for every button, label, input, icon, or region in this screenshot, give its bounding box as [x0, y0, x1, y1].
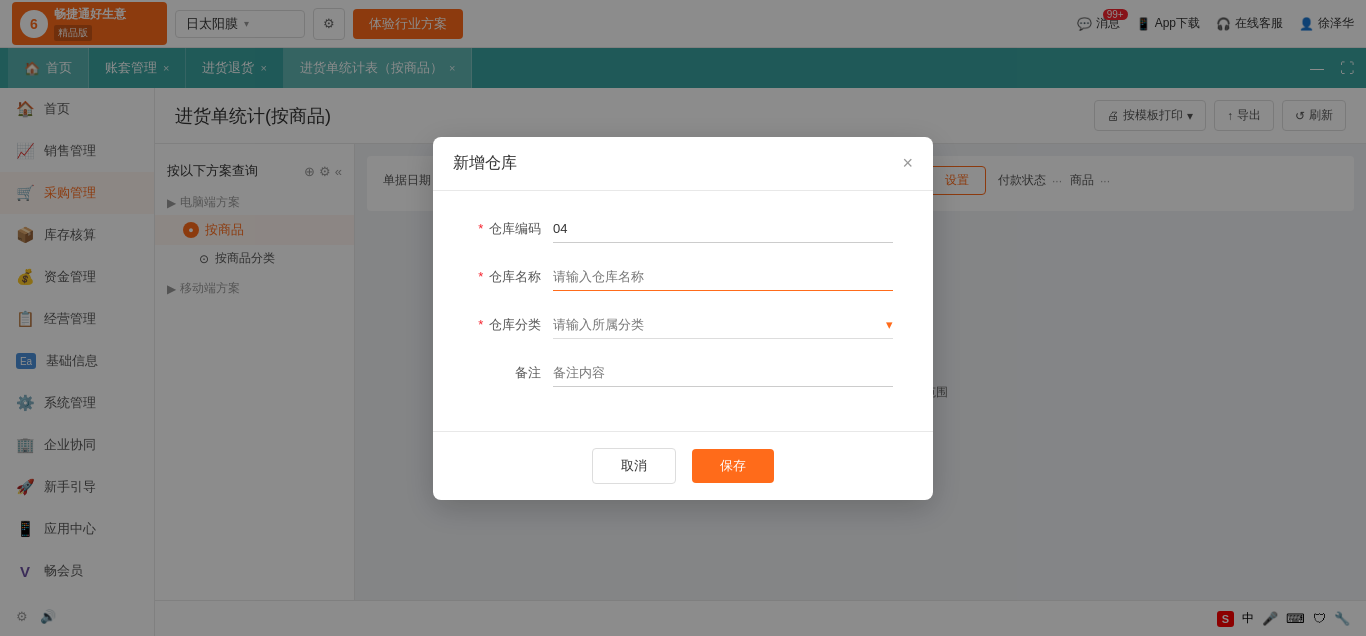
form-row-code: * 仓库编码: [473, 215, 893, 243]
modal-header: 新增仓库 ×: [433, 137, 933, 191]
form-row-name: * 仓库名称: [473, 263, 893, 291]
category-select-row[interactable]: ▾: [553, 311, 893, 339]
code-input[interactable]: [553, 215, 893, 243]
name-label: * 仓库名称: [473, 268, 553, 286]
cancel-button[interactable]: 取消: [592, 448, 676, 484]
dropdown-arrow-icon: ▾: [886, 317, 893, 332]
required-star-name: *: [478, 269, 483, 284]
form-row-category: * 仓库分类 ▾: [473, 311, 893, 339]
modal-close-icon[interactable]: ×: [902, 153, 913, 174]
remark-input[interactable]: [553, 359, 893, 387]
category-input[interactable]: [553, 317, 886, 332]
code-label: * 仓库编码: [473, 220, 553, 238]
form-row-remark: 备注: [473, 359, 893, 387]
warehouse-modal: 新增仓库 × * 仓库编码 * 仓库名称: [433, 137, 933, 500]
required-star-code: *: [478, 221, 483, 236]
category-label: * 仓库分类: [473, 316, 553, 334]
remark-label: 备注: [473, 364, 553, 382]
save-button[interactable]: 保存: [692, 449, 774, 483]
modal-title: 新增仓库: [453, 153, 517, 174]
modal-body: * 仓库编码 * 仓库名称 * 仓库分类: [433, 191, 933, 431]
name-input[interactable]: [553, 263, 893, 291]
modal-overlay[interactable]: 新增仓库 × * 仓库编码 * 仓库名称: [0, 0, 1366, 636]
required-star-category: *: [478, 317, 483, 332]
modal-footer: 取消 保存: [433, 431, 933, 500]
